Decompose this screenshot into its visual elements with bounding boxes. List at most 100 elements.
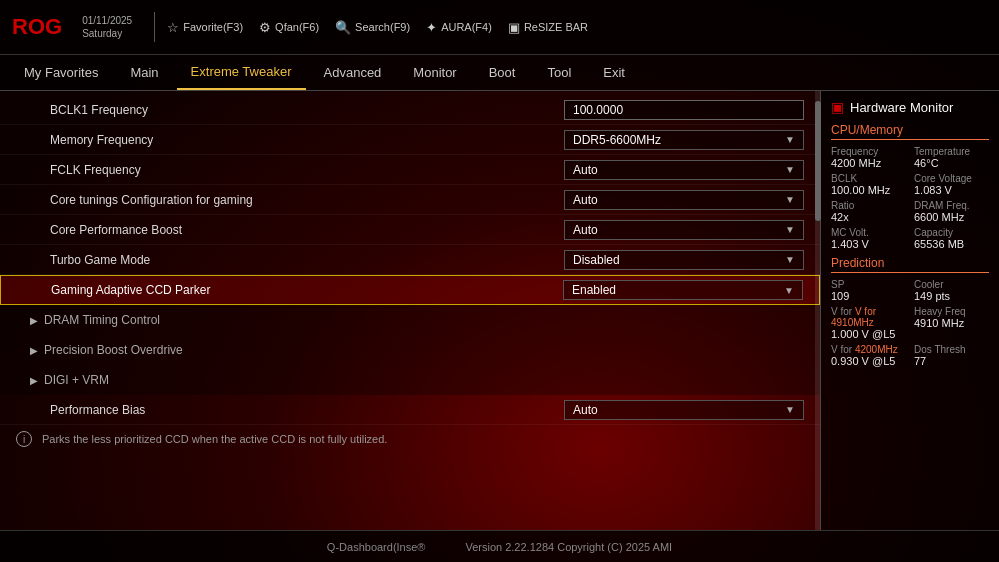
shortcut-resizebar-label: ReSIZE BAR [524,21,588,33]
shortcut-aura-label: AURA(F4) [441,21,492,33]
stat-cooler: Cooler 149 pts [914,279,989,302]
info-row: i Parks the less prioritized CCD when th… [0,425,820,453]
turbo-game-arrow: ▼ [785,254,795,265]
core-tunings-row[interactable]: Core tunings Configuration for gaming Au… [0,185,820,215]
header-shortcuts: ☆ Favorite(F3) ⚙ Qfan(F6) 🔍 Search(F9) ✦… [167,20,987,35]
perf-bias-value[interactable]: Auto ▼ [564,400,804,420]
footer-right: Version 2.22.1284 Copyright (C) 2025 AMI [465,541,672,553]
perf-bias-row[interactable]: Performance Bias Auto ▼ [0,395,820,425]
qfan-icon: ⚙ [259,20,271,35]
memory-freq-row[interactable]: Memory Frequency DDR5-6600MHz ▼ [0,125,820,155]
stat-frequency-value: 4200 MHz [831,157,906,169]
stat-v-4910mhz: V for V for 4910MHz 1.000 V @L5 [831,306,906,340]
core-tunings-arrow: ▼ [785,194,795,205]
rog-logo: ROG [12,14,62,40]
turbo-game-row[interactable]: Turbo Game Mode Disabled ▼ [0,245,820,275]
stat-temperature-value: 46°C [914,157,989,169]
stat-dos-thresh-label: Dos Thresh [914,344,989,355]
nav-monitor[interactable]: Monitor [399,55,470,90]
memory-freq-label: Memory Frequency [50,133,564,147]
stat-dos-thresh: Dos Thresh 77 [914,344,989,367]
resizebar-icon: ▣ [508,20,520,35]
main-content: BCLK1 Frequency 100.0000 Memory Frequenc… [0,91,999,530]
shortcut-favorite-label: Favorite(F3) [183,21,243,33]
day: Saturday [82,27,132,40]
stat-v-4200mhz: V for 4200MHz 0.930 V @L5 [831,344,906,367]
core-tunings-value[interactable]: Auto ▼ [564,190,804,210]
nav-main[interactable]: Main [116,55,172,90]
dram-timing-arrow: ▶ [30,315,38,326]
bclk1-value[interactable]: 100.0000 [564,100,804,120]
stat-cooler-label: Cooler [914,279,989,290]
stat-heavy-freq-value: 4910 MHz [914,317,989,329]
stat-frequency-label: Frequency [831,146,906,157]
panel-title: ▣ Hardware Monitor [831,99,989,115]
gaming-adaptive-ccd-value[interactable]: Enabled ▼ [563,280,803,300]
scroll-track[interactable] [815,91,821,530]
stat-bclk-label: BCLK [831,173,906,184]
precision-boost-section[interactable]: ▶ Precision Boost Overdrive [0,335,820,365]
nav-advanced[interactable]: Advanced [310,55,396,90]
stat-mc-volt-value: 1.403 V [831,238,906,250]
turbo-game-label: Turbo Game Mode [50,253,564,267]
nav-boot[interactable]: Boot [475,55,530,90]
precision-boost-arrow: ▶ [30,345,38,356]
scroll-thumb[interactable] [815,101,821,221]
digi-vrm-section[interactable]: ▶ DIGI + VRM [0,365,820,395]
fclk-arrow: ▼ [785,164,795,175]
shortcut-search[interactable]: 🔍 Search(F9) [335,20,410,35]
navbar: My Favorites Main Extreme Tweaker Advanc… [0,55,999,91]
settings-panel: BCLK1 Frequency 100.0000 Memory Frequenc… [0,91,821,530]
digi-vrm-arrow: ▶ [30,375,38,386]
gaming-adaptive-ccd-arrow: ▼ [784,285,794,296]
stat-bclk-value: 100.00 MHz [831,184,906,196]
stat-ratio-label: Ratio [831,200,906,211]
dram-timing-label: DRAM Timing Control [44,313,160,327]
dram-timing-section[interactable]: ▶ DRAM Timing Control [0,305,820,335]
gaming-adaptive-ccd-row[interactable]: Gaming Adaptive CCD Parker Enabled ▼ [0,275,820,305]
stat-heavy-freq: Heavy Freq 4910 MHz [914,306,989,340]
stat-v-4910mhz-label: V for V for 4910MHz [831,306,906,328]
shortcut-aura[interactable]: ✦ AURA(F4) [426,20,492,35]
stat-v-4200mhz-label: V for 4200MHz [831,344,906,355]
fclk-value[interactable]: Auto ▼ [564,160,804,180]
stat-cooler-value: 149 pts [914,290,989,302]
datetime: 01/11/2025 Saturday [82,14,132,40]
stat-mc-volt-label: MC Volt. [831,227,906,238]
stat-sp-label: SP [831,279,906,290]
stat-heavy-freq-label: Heavy Freq [914,306,989,317]
nav-exit[interactable]: Exit [589,55,639,90]
stat-temperature: Temperature 46°C [914,146,989,169]
info-icon: i [16,431,32,447]
fclk-row[interactable]: FCLK Frequency Auto ▼ [0,155,820,185]
bclk1-row[interactable]: BCLK1 Frequency 100.0000 [0,95,820,125]
stat-core-voltage-value: 1.083 V [914,184,989,196]
core-perf-boost-row[interactable]: Core Performance Boost Auto ▼ [0,215,820,245]
prediction-stats: SP 109 Cooler 149 pts V for V for 4910MH… [831,279,989,367]
stat-ratio: Ratio 42x [831,200,906,223]
cpu-memory-title: CPU/Memory [831,123,989,140]
core-perf-boost-label: Core Performance Boost [50,223,564,237]
logo-area: ROG [12,14,62,40]
prediction-title: Prediction [831,256,989,273]
core-tunings-label: Core tunings Configuration for gaming [50,193,564,207]
info-text: Parks the less prioritized CCD when the … [42,433,387,445]
shortcut-favorite[interactable]: ☆ Favorite(F3) [167,20,243,35]
shortcut-qfan-label: Qfan(F6) [275,21,319,33]
header: ROG 01/11/2025 Saturday ☆ Favorite(F3) ⚙… [0,0,999,55]
stat-core-voltage-label: Core Voltage [914,173,989,184]
shortcut-resizebar[interactable]: ▣ ReSIZE BAR [508,20,588,35]
favorite-icon: ☆ [167,20,179,35]
stat-dram-freq-value: 6600 MHz [914,211,989,223]
stat-v-4200mhz-value: 0.930 V @L5 [831,355,906,367]
nav-extreme-tweaker[interactable]: Extreme Tweaker [177,55,306,90]
nav-tool[interactable]: Tool [533,55,585,90]
core-perf-boost-value[interactable]: Auto ▼ [564,220,804,240]
shortcut-search-label: Search(F9) [355,21,410,33]
panel-title-label: Hardware Monitor [850,100,953,115]
nav-my-favorites[interactable]: My Favorites [10,55,112,90]
memory-freq-value[interactable]: DDR5-6600MHz ▼ [564,130,804,150]
perf-bias-arrow: ▼ [785,404,795,415]
shortcut-qfan[interactable]: ⚙ Qfan(F6) [259,20,319,35]
turbo-game-value[interactable]: Disabled ▼ [564,250,804,270]
